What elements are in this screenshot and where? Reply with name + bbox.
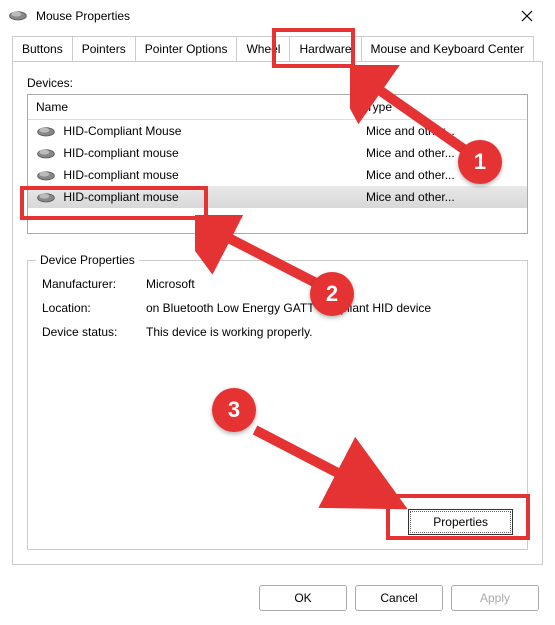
devices-list: Name Type HID-Compliant Mouse Mice and o… xyxy=(27,94,528,234)
column-type[interactable]: Type xyxy=(358,95,527,119)
device-properties-group: Device Properties Manufacturer: Microsof… xyxy=(27,260,528,550)
location-label: Location: xyxy=(42,301,146,315)
window-title: Mouse Properties xyxy=(36,9,507,23)
device-properties-label: Device Properties xyxy=(36,253,139,267)
mouse-icon xyxy=(36,192,56,204)
tab-mouse-keyboard-center[interactable]: Mouse and Keyboard Center xyxy=(361,36,534,61)
bottom-button-row: OK Cancel Apply xyxy=(0,577,555,625)
ok-button[interactable]: OK xyxy=(259,585,347,611)
mouse-icon xyxy=(36,148,56,160)
hardware-panel: Devices: Name Type HID-Compliant Mouse M… xyxy=(12,61,543,565)
location-row: Location: on Bluetooth Low Energy GATT c… xyxy=(42,301,513,315)
status-value: This device is working properly. xyxy=(146,325,513,339)
devices-header: Name Type xyxy=(28,95,527,120)
table-row[interactable]: HID-Compliant Mouse Mice and other... xyxy=(28,120,527,142)
close-icon xyxy=(521,10,533,22)
device-name: HID-compliant mouse xyxy=(63,168,178,182)
tab-pointer-options[interactable]: Pointer Options xyxy=(135,36,238,61)
titlebar: Mouse Properties xyxy=(0,0,555,32)
table-row[interactable]: HID-compliant mouse Mice and other... xyxy=(28,164,527,186)
tab-hardware[interactable]: Hardware xyxy=(289,36,361,61)
device-type: Mice and other... xyxy=(358,166,527,184)
tab-row: Buttons Pointers Pointer Options Wheel H… xyxy=(0,32,555,61)
tab-pointers[interactable]: Pointers xyxy=(72,36,136,61)
properties-button[interactable]: Properties xyxy=(408,509,513,535)
mouse-icon xyxy=(36,170,56,182)
cancel-button[interactable]: Cancel xyxy=(355,585,443,611)
device-name: HID-compliant mouse xyxy=(63,190,178,204)
tab-buttons[interactable]: Buttons xyxy=(12,36,73,61)
status-row: Device status: This device is working pr… xyxy=(42,325,513,339)
device-name: HID-compliant mouse xyxy=(63,146,178,160)
mouse-icon xyxy=(36,126,56,138)
manufacturer-label: Manufacturer: xyxy=(42,277,146,291)
column-name[interactable]: Name xyxy=(28,95,358,119)
manufacturer-row: Manufacturer: Microsoft xyxy=(42,277,513,291)
close-button[interactable] xyxy=(507,2,547,30)
location-value: on Bluetooth Low Energy GATT compliant H… xyxy=(146,301,513,315)
manufacturer-value: Microsoft xyxy=(146,277,513,291)
device-name: HID-Compliant Mouse xyxy=(63,124,181,138)
table-row[interactable]: HID-compliant mouse Mice and other... xyxy=(28,186,527,208)
mouse-icon xyxy=(8,10,28,22)
mouse-properties-window: Mouse Properties Buttons Pointers Pointe… xyxy=(0,0,555,622)
device-type: Mice and other... xyxy=(358,122,527,140)
device-type: Mice and other... xyxy=(358,144,527,162)
device-type: Mice and other... xyxy=(358,188,527,206)
status-label: Device status: xyxy=(42,325,146,339)
table-row[interactable]: HID-compliant mouse Mice and other... xyxy=(28,142,527,164)
tab-wheel[interactable]: Wheel xyxy=(236,36,290,61)
devices-label: Devices: xyxy=(27,76,528,90)
apply-button[interactable]: Apply xyxy=(451,585,539,611)
